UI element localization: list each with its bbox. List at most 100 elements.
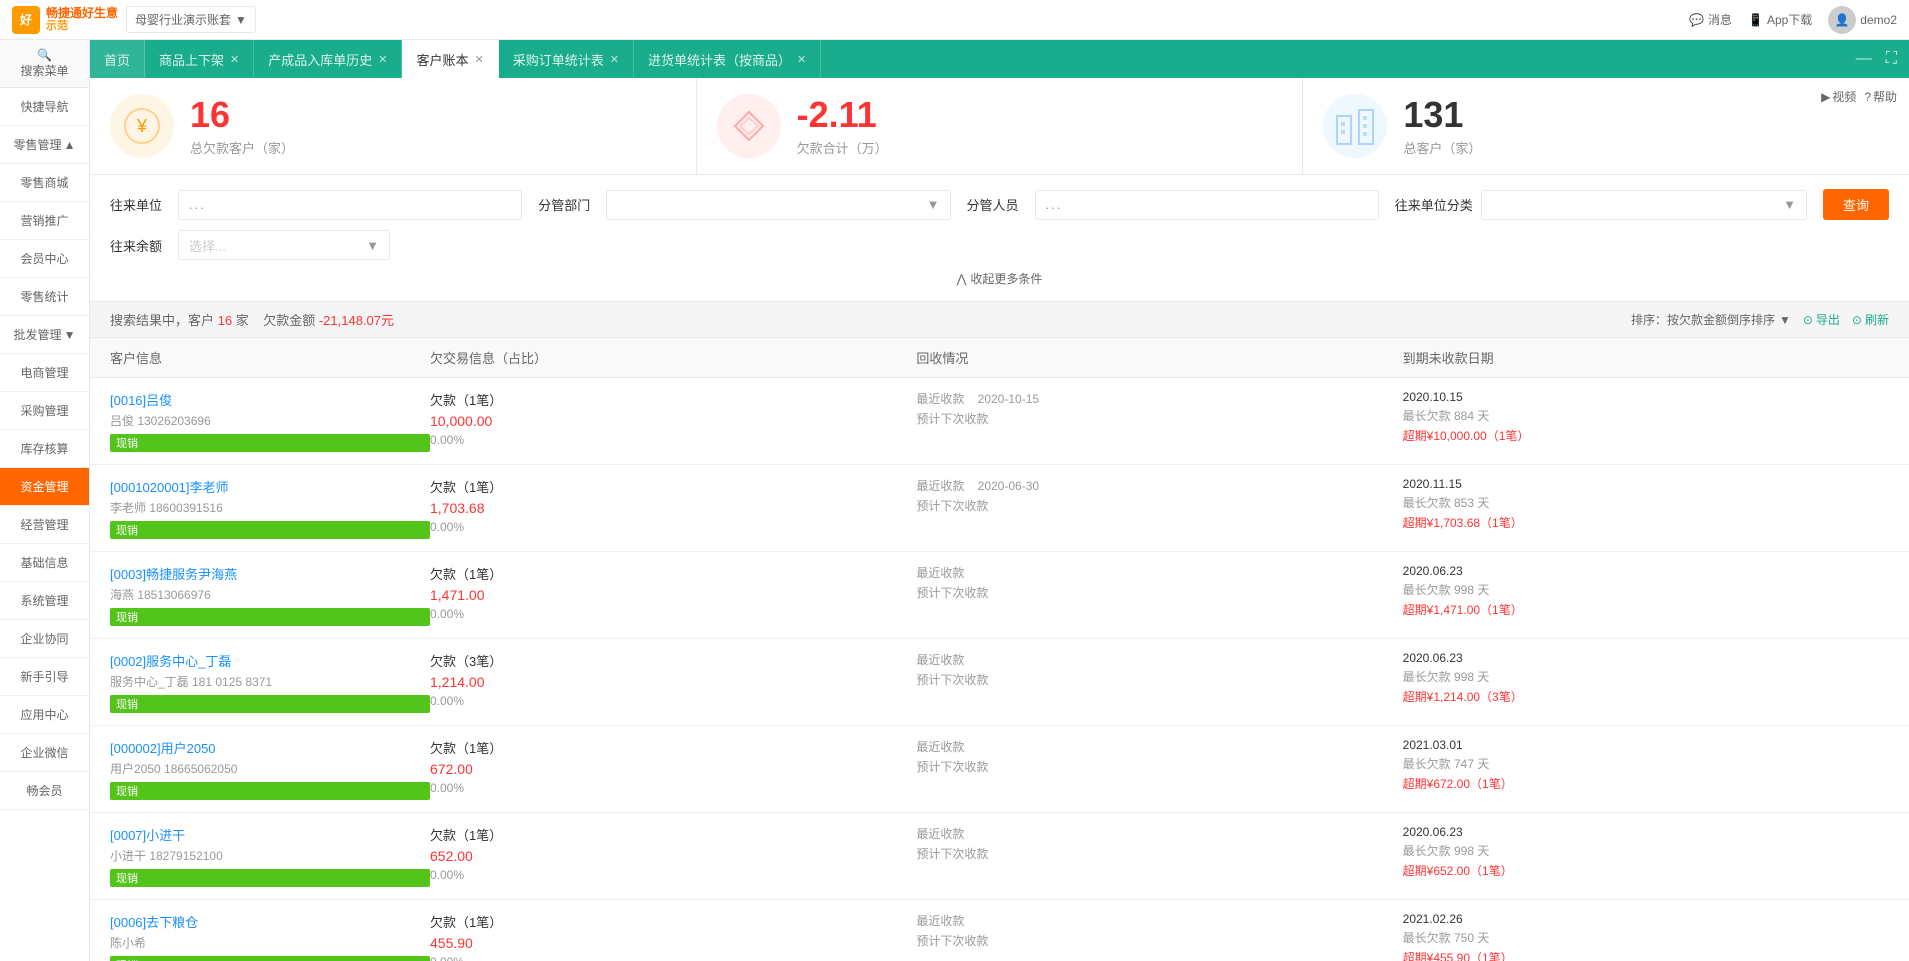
due-info-4: 2021.03.01 最长欠款 747 天 超期¥672.00（1笔） xyxy=(1403,738,1889,792)
app-download-btn[interactable]: 📱 App下载 xyxy=(1748,11,1812,28)
stat-value-total-customers: 131 xyxy=(1403,95,1481,135)
debt-amount-6: 455.90 xyxy=(430,935,916,951)
recovery-info-4: 最近收款 预计下次收款 xyxy=(916,738,1402,775)
sidebar-item-ecommerce[interactable]: 电商管理 xyxy=(0,354,89,392)
sidebar-purchase-label: 采购管理 xyxy=(20,404,68,418)
customer-info-6: [0006]去下粮仓 陈小希 现销 xyxy=(110,912,430,961)
sidebar-item-finance[interactable]: 资金管理 xyxy=(0,468,89,506)
tab-minimize-btn[interactable]: — xyxy=(1852,48,1876,70)
sidebar-app-center-label: 应用中心 xyxy=(20,708,68,722)
stat-icon-amount xyxy=(717,94,781,158)
sidebar-search[interactable]: 🔍 搜索菜单 xyxy=(0,40,89,88)
sidebar-retail-mgmt-label: 零售管理 xyxy=(14,136,62,153)
sidebar-item-basic-info[interactable]: 基础信息 xyxy=(0,544,89,582)
sidebar-item-retail-stats[interactable]: 零售统计 xyxy=(0,278,89,316)
filter-vendor-input[interactable]: ... xyxy=(178,190,522,220)
sidebar-item-collab[interactable]: 企业协同 xyxy=(0,620,89,658)
customer-name-0[interactable]: [0016]吕俊 xyxy=(110,393,172,408)
next-collect-4: 预计下次收款 xyxy=(916,758,1402,775)
refresh-btn[interactable]: ⊙ 刷新 xyxy=(1852,311,1889,328)
tab-product-onoff[interactable]: 商品上下架 ✕ xyxy=(145,40,254,78)
tab-goods-stats-close[interactable]: ✕ xyxy=(797,53,806,66)
sidebar-item-retail-mall[interactable]: 零售商城 xyxy=(0,164,89,202)
overdue-text-2[interactable]: 超期¥1,471.00（1笔） xyxy=(1403,601,1889,618)
sidebar-item-wecom[interactable]: 企业微信 xyxy=(0,734,89,772)
customer-name-4[interactable]: [000002]用户2050 xyxy=(110,741,216,756)
svg-text:¥: ¥ xyxy=(136,116,148,136)
sidebar-item-app-center[interactable]: 应用中心 xyxy=(0,696,89,734)
video-btn[interactable]: ▶ 视频 xyxy=(1821,88,1856,105)
sidebar-search-label: 搜索菜单 xyxy=(6,62,83,79)
sidebar-item-quicknav[interactable]: 快捷导航 xyxy=(0,88,89,126)
max-overdue-6: 最长欠款 750 天 xyxy=(1403,929,1889,946)
sidebar: 🔍 搜索菜单 快捷导航 零售管理 ▲ 零售商城 营销推广 会员中心 零售统计 批… xyxy=(0,40,90,961)
tab-goods-stats[interactable]: 进货单统计表（按商品） ✕ xyxy=(634,40,821,78)
tab-maximize-btn[interactable]: ⛶ xyxy=(1882,48,1901,70)
last-collect-1: 最近收款 2020-06-30 xyxy=(916,477,1402,494)
filter-person-input[interactable]: ... xyxy=(1035,190,1379,220)
sidebar-item-wholesale[interactable]: 批发管理 ▼ xyxy=(0,316,89,354)
customer-name-5[interactable]: [0007]小进干 xyxy=(110,828,185,843)
table-header: 客户信息 欠交易信息（占比） 回收情况 到期未收款日期 xyxy=(90,338,1909,378)
customer-name-2[interactable]: [0003]畅捷服务尹海燕 xyxy=(110,567,237,582)
tab-product-onoff-close[interactable]: ✕ xyxy=(230,53,239,66)
debt-info-5: 欠款（1笔） 652.00 0.00% xyxy=(430,825,916,882)
table-row: [0016]吕俊 吕俊 13026203696 现销 欠款（1笔） 10,000… xyxy=(90,378,1909,465)
sidebar-item-guide[interactable]: 新手引导 xyxy=(0,658,89,696)
tab-product-history-close[interactable]: ✕ xyxy=(378,53,387,66)
table-row: [000002]用户2050 用户2050 18665062050 现销 欠款（… xyxy=(90,726,1909,813)
sidebar-item-member2[interactable]: 畅会员 xyxy=(0,772,89,810)
app-label: App下载 xyxy=(1767,11,1812,28)
tab-purchase-stats-close[interactable]: ✕ xyxy=(610,53,619,66)
tab-home[interactable]: 首页 xyxy=(90,40,145,78)
sidebar-item-member[interactable]: 会员中心 xyxy=(0,240,89,278)
sidebar-item-business[interactable]: 经营管理 xyxy=(0,506,89,544)
overdue-text-1[interactable]: 超期¥1,703.68（1笔） xyxy=(1403,514,1889,531)
sidebar-member2-label: 畅会员 xyxy=(26,784,62,798)
filter-category-input[interactable]: ▼ xyxy=(1481,190,1807,220)
tab-purchase-stats[interactable]: 采购订单统计表 ✕ xyxy=(499,40,634,78)
sidebar-item-retail-mgmt[interactable]: 零售管理 ▲ xyxy=(0,126,89,164)
sidebar-item-system[interactable]: 系统管理 xyxy=(0,582,89,620)
main-content: 首页 商品上下架 ✕ 产成品入库单历史 ✕ 客户账本 ✕ 采购订单统计表 ✕ 进… xyxy=(90,40,1909,961)
overdue-text-0[interactable]: 超期¥10,000.00（1笔） xyxy=(1403,427,1889,444)
filter-row-1: 往来单位 ... 分管部门 ▼ 分管人员 xyxy=(110,189,1889,220)
overdue-text-3[interactable]: 超期¥1,214.00（3笔） xyxy=(1403,688,1889,705)
customer-name-3[interactable]: [0002]服务中心_丁磊 xyxy=(110,654,231,669)
help-btn[interactable]: ? 帮助 xyxy=(1864,88,1897,105)
next-collect-6: 预计下次收款 xyxy=(916,932,1402,949)
tab-home-label: 首页 xyxy=(104,50,130,69)
overdue-text-5[interactable]: 超期¥652.00（1笔） xyxy=(1403,862,1889,879)
sort-selector[interactable]: 排序：按欠款金额倒序排序 ▼ xyxy=(1631,311,1791,328)
filter-field-person: 分管人员 ... xyxy=(967,190,1379,220)
customer-sub-5: 小进干 18279152100 xyxy=(110,847,430,864)
sidebar-item-purchase[interactable]: 采购管理 xyxy=(0,392,89,430)
result-unit: 家 xyxy=(236,313,249,328)
filter-balance-input[interactable]: 选择... ▼ xyxy=(178,230,390,260)
user-area[interactable]: 👤 demo2 xyxy=(1828,6,1897,34)
tab-product-history[interactable]: 产成品入库单历史 ✕ xyxy=(254,40,402,78)
refresh-icon: ⊙ xyxy=(1852,313,1862,327)
customer-name-1[interactable]: [0001020001]李老师 xyxy=(110,480,229,495)
tab-customer-account[interactable]: 客户账本 ✕ xyxy=(402,40,498,78)
overdue-text-4[interactable]: 超期¥672.00（1笔） xyxy=(1403,775,1889,792)
overdue-text-6[interactable]: 超期¥455.90（1笔） xyxy=(1403,949,1889,961)
last-collect-5: 最近收款 xyxy=(916,825,1402,842)
sidebar-marketing-label: 营销推广 xyxy=(20,214,68,228)
customer-name-6[interactable]: [0006]去下粮仓 xyxy=(110,915,198,930)
message-btn[interactable]: 💬 消息 xyxy=(1689,11,1732,28)
export-btn[interactable]: ⊙ 导出 xyxy=(1803,311,1840,328)
company-selector[interactable]: 母婴行业演示账套 ▼ xyxy=(126,6,256,33)
sidebar-item-marketing[interactable]: 营销推广 xyxy=(0,202,89,240)
recovery-info-0: 最近收款 2020-10-15 预计下次收款 xyxy=(916,390,1402,427)
debt-info-4: 欠款（1笔） 672.00 0.00% xyxy=(430,738,916,795)
debt-ratio-0: 0.00% xyxy=(430,433,916,447)
tab-bar-actions: — ⛶ xyxy=(1844,48,1909,70)
filter-dept-input[interactable]: ▼ xyxy=(606,190,950,220)
query-btn[interactable]: 查询 xyxy=(1823,189,1889,220)
collapse-btn[interactable]: ⋀ 收起更多条件 xyxy=(957,270,1043,287)
tab-customer-account-close[interactable]: ✕ xyxy=(475,53,484,66)
next-collect-1: 预计下次收款 xyxy=(916,497,1402,514)
sidebar-item-inventory[interactable]: 库存核算 xyxy=(0,430,89,468)
logo-text: 畅捷通好生意 xyxy=(46,7,118,20)
